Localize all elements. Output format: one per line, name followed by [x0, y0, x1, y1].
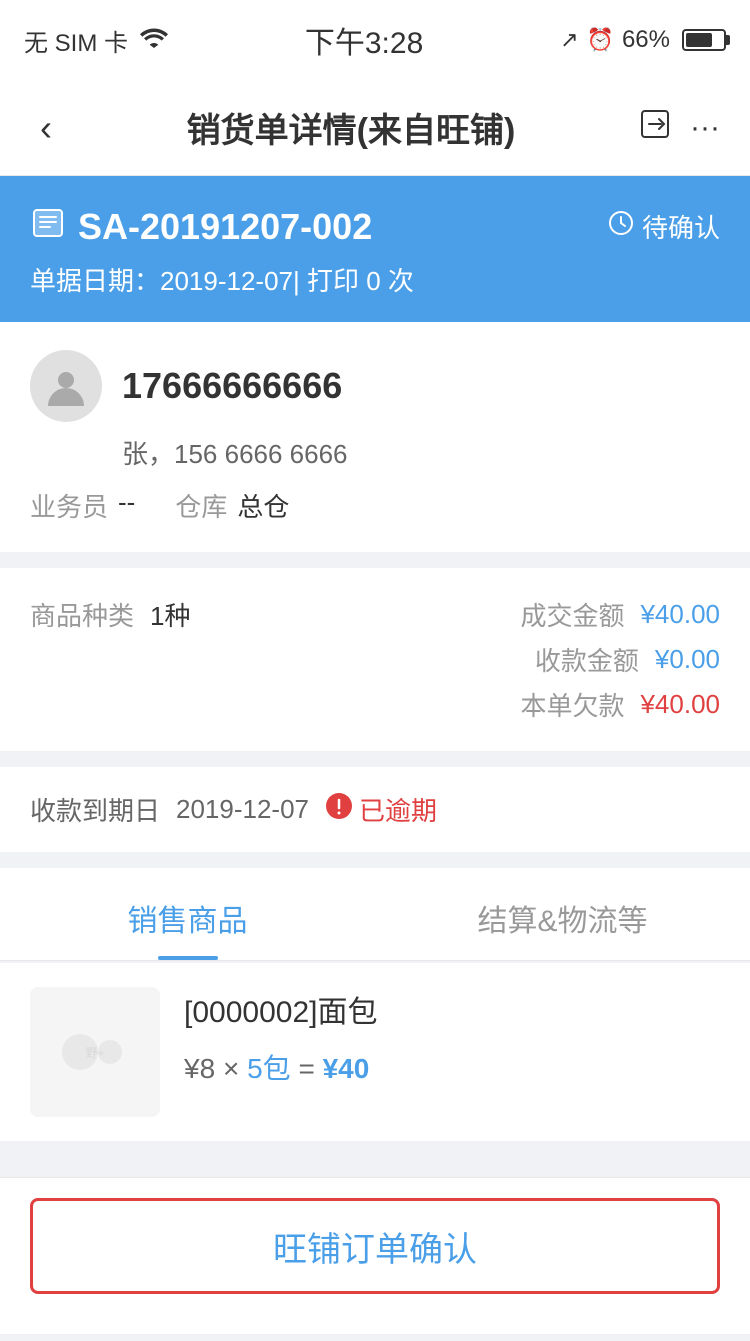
collected-row: 收款金额 ¥0.00: [535, 641, 720, 678]
carrier-text: 无 SIM 卡: [24, 23, 128, 58]
summary-right: 成交金额 ¥40.00 收款金额 ¥0.00 本单欠款 ¥40.00: [520, 596, 720, 723]
share-button[interactable]: [640, 109, 670, 146]
product-type-count: 1种: [150, 596, 190, 633]
confirm-order-button[interactable]: 旺铺订单确认: [30, 1198, 720, 1294]
page-title: 销货单详情(来自旺铺): [187, 103, 516, 152]
collected-label: 收款金额: [535, 641, 639, 678]
order-id: SA-20191207-002: [30, 204, 372, 249]
alarm-icon: ⏰: [587, 27, 614, 53]
overdue-icon: [325, 792, 353, 827]
product-section: 野+ [0000002]面包 ¥8 × 5包 = ¥40: [0, 963, 750, 1141]
owed-row: 本单欠款 ¥40.00: [520, 686, 720, 723]
back-button[interactable]: ‹: [30, 97, 62, 159]
unit-price: ¥8: [184, 1053, 215, 1084]
tabs-row: 销售商品 结算&物流等: [0, 868, 750, 960]
overdue-badge: 已逾期: [325, 791, 437, 828]
owed-label: 本单欠款: [520, 686, 624, 723]
location-icon: ↗: [560, 27, 578, 53]
order-id-row: SA-20191207-002 待确认: [30, 204, 720, 249]
battery-percent: 66%: [622, 26, 670, 54]
order-icon: [30, 204, 66, 249]
order-date: 单据日期：2019-12-07| 打印 0 次: [30, 261, 720, 298]
customer-meta: 业务员 -- 仓库 总仓: [30, 487, 720, 524]
avatar: [30, 350, 102, 422]
product-image: 野+: [30, 987, 160, 1117]
product-info: [0000002]面包 ¥8 × 5包 = ¥40: [184, 987, 720, 1087]
due-date-label: 收款到期日: [30, 791, 160, 828]
wifi-icon: [140, 26, 168, 55]
customer-row: 17666666666: [30, 350, 720, 422]
status-bar: 无 SIM 卡 下午3:28 ↗ ⏰ 66%: [0, 0, 750, 80]
product-item: 野+ [0000002]面包 ¥8 × 5包 = ¥40: [30, 987, 720, 1117]
status-right: ↗ ⏰ 66%: [560, 26, 726, 54]
customer-phone: 17666666666: [122, 365, 342, 407]
collected-value: ¥0.00: [655, 644, 720, 675]
product-name: [0000002]面包: [184, 987, 720, 1031]
amount-label: 成交金额: [520, 596, 624, 633]
product-total: ¥40: [323, 1053, 370, 1084]
order-status: 待确认: [608, 208, 720, 245]
equals-symbol: =: [298, 1053, 322, 1084]
status-left: 无 SIM 卡: [24, 23, 168, 58]
warehouse-label: 仓库: [175, 487, 227, 524]
tabs-section: 销售商品 结算&物流等: [0, 868, 750, 961]
owed-value: ¥40.00: [640, 689, 720, 720]
tab-sales-products[interactable]: 销售商品: [0, 868, 375, 960]
salesperson-value: --: [118, 487, 135, 524]
summary-left: 商品种类 1种: [30, 596, 190, 633]
product-price: ¥8 × 5包 = ¥40: [184, 1047, 720, 1087]
nav-actions: ···: [640, 109, 720, 146]
svg-text:野+: 野+: [85, 1046, 104, 1060]
order-header-card: SA-20191207-002 待确认 单据日期：2019-12-07| 打印 …: [0, 176, 750, 322]
due-section: 收款到期日 2019-12-07 已逾期: [0, 767, 750, 852]
status-time: 下午3:28: [305, 18, 423, 62]
warehouse-field: 仓库 总仓: [175, 487, 289, 524]
warehouse-value: 总仓: [237, 487, 289, 524]
clock-icon: [608, 210, 634, 243]
multiply-symbol: ×: [223, 1053, 247, 1084]
more-button[interactable]: ···: [690, 111, 720, 145]
amount-row: 成交金额 ¥40.00: [520, 596, 720, 633]
customer-section: 17666666666 张，156 6666 6666 业务员 -- 仓库 总仓: [0, 322, 750, 552]
product-type-label: 商品种类: [30, 596, 134, 633]
nav-bar: ‹ 销货单详情(来自旺铺) ···: [0, 80, 750, 176]
salesperson-field: 业务员 --: [30, 487, 135, 524]
quantity: 5包: [247, 1053, 291, 1084]
battery-icon: [682, 29, 726, 51]
overdue-text: 已逾期: [359, 791, 437, 828]
amount-value: ¥40.00: [640, 599, 720, 630]
bottom-button-area: 旺铺订单确认: [0, 1177, 750, 1334]
tab-settlement-logistics[interactable]: 结算&物流等: [375, 868, 750, 960]
salesperson-label: 业务员: [30, 487, 108, 524]
due-date-value: 2019-12-07: [176, 794, 309, 825]
customer-info: 张，156 6666 6666: [122, 434, 720, 471]
summary-section: 商品种类 1种 成交金额 ¥40.00 收款金额 ¥0.00 本单欠款 ¥40.…: [0, 568, 750, 751]
